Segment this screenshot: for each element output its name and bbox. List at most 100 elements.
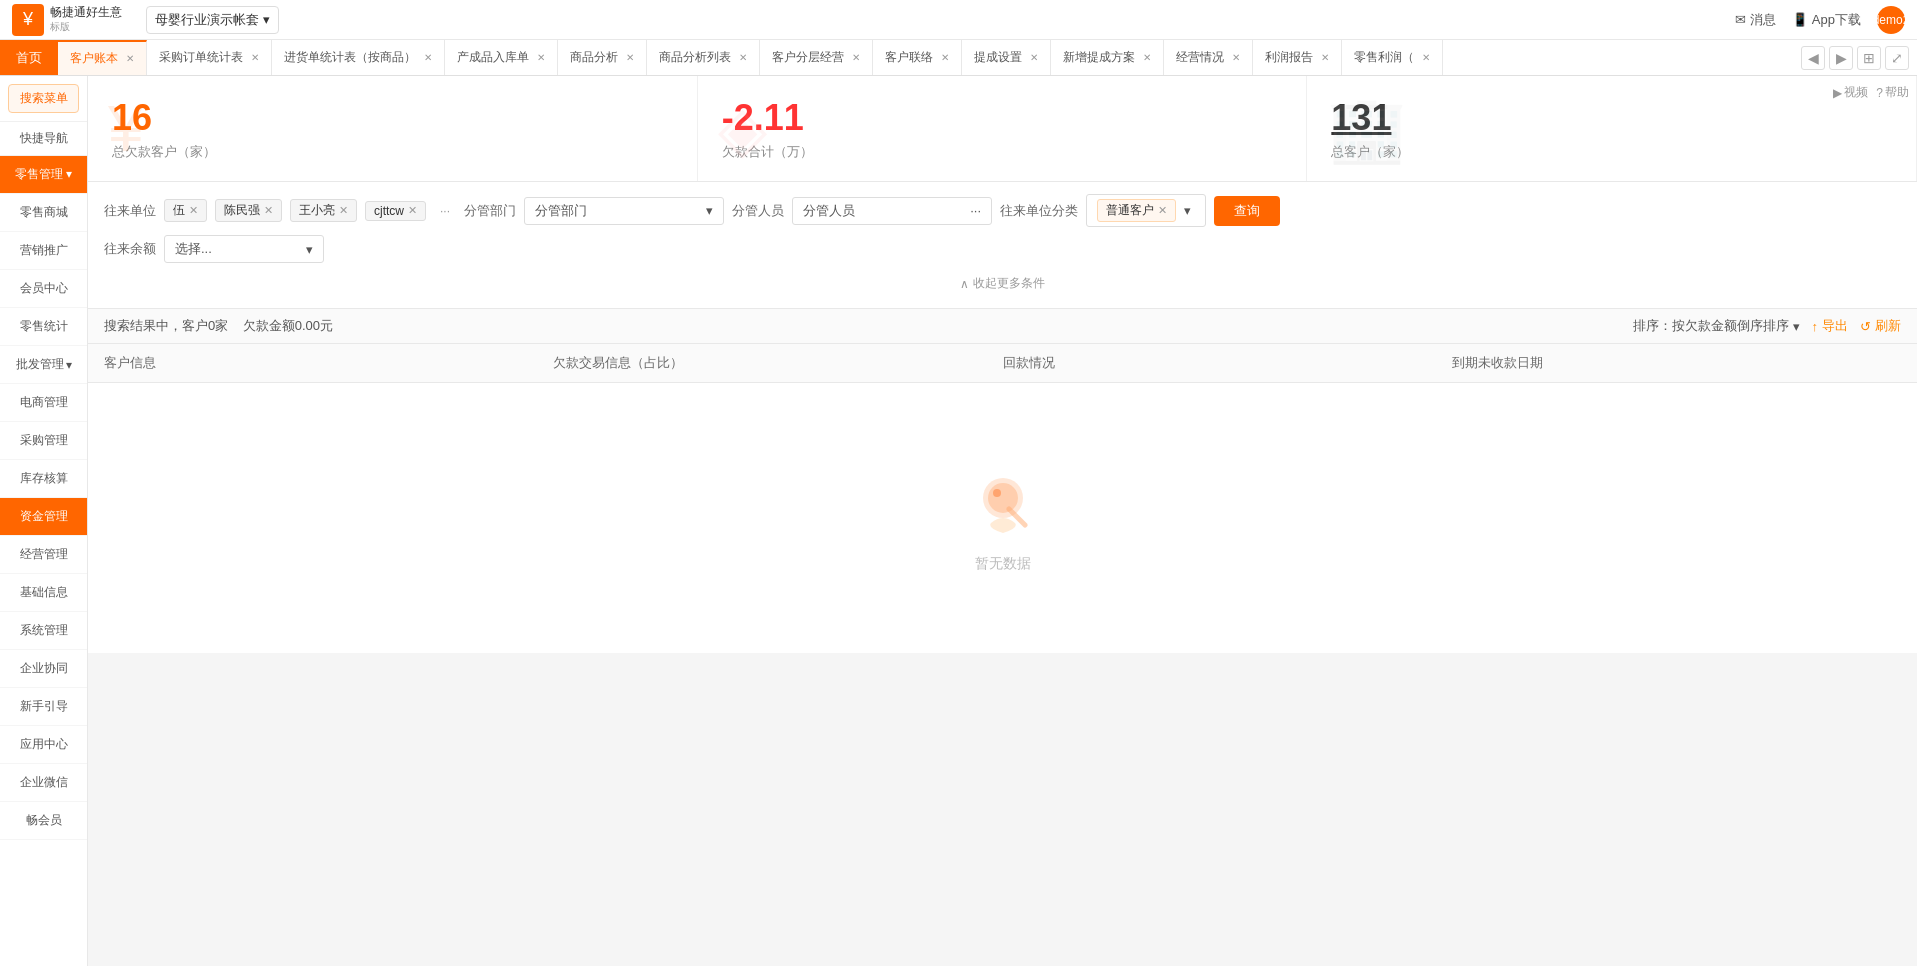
filter-tag-wu-close[interactable]: ✕ [189, 204, 198, 217]
tab-close-icon[interactable]: ✕ [251, 52, 259, 63]
tab-commission-setting[interactable]: 提成设置 ✕ [962, 40, 1051, 76]
stats-row: ¥ 16 总欠款客户（家） ◈ -2.11 欠款合计（万） 🏢 131 总客户（… [88, 76, 1917, 182]
tab-profit-report[interactable]: 利润报告 ✕ [1253, 40, 1342, 76]
tab-close-icon[interactable]: ✕ [1030, 52, 1038, 63]
refresh-btn[interactable]: ↺ 刷新 [1860, 317, 1901, 335]
sidebar: 搜索菜单 快捷导航 零售管理 ▾ 零售商城 营销推广 会员中心 零售统计 批发管… [0, 76, 88, 966]
help-icon: ? [1876, 86, 1883, 100]
filter-balance-placeholder: 选择... [175, 240, 212, 258]
filter-tag-wang-close[interactable]: ✕ [339, 204, 348, 217]
help-btn[interactable]: ? 帮助 [1876, 84, 1909, 101]
tab-inbound-stat[interactable]: 进货单统计表（按商品） ✕ [272, 40, 445, 76]
filter-tag-chen-close[interactable]: ✕ [264, 204, 273, 217]
tab-close-icon[interactable]: ✕ [424, 52, 432, 63]
tab-next-btn[interactable]: ▶ [1829, 46, 1853, 70]
filter-dept-select[interactable]: 分管部门 ▾ [524, 197, 724, 225]
sidebar-item-finance[interactable]: 资金管理 [0, 498, 87, 536]
sidebar-item-app-center[interactable]: 应用中心 [0, 726, 87, 764]
message-action[interactable]: ✉ 消息 [1735, 11, 1776, 29]
tab-customer-contact[interactable]: 客户联络 ✕ [873, 40, 962, 76]
tab-purchase-order[interactable]: 采购订单统计表 ✕ [147, 40, 272, 76]
tab-prev-btn[interactable]: ◀ [1801, 46, 1825, 70]
tab-fullscreen-btn[interactable]: ⤢ [1885, 46, 1909, 70]
query-button[interactable]: 查询 [1214, 196, 1280, 226]
sidebar-item-enterprise[interactable]: 企业协同 [0, 650, 87, 688]
video-btn[interactable]: ▶ 视频 [1833, 84, 1868, 101]
table-col-date: 到期未收款日期 [1452, 354, 1901, 372]
filter-tag-cjttcw-close[interactable]: ✕ [408, 204, 417, 217]
message-icon: ✉ [1735, 12, 1746, 27]
logo-text: 畅捷通好生意 [50, 5, 122, 19]
result-sort[interactable]: 排序：按欠款金额倒序排序 ▾ [1633, 317, 1800, 335]
empty-state: 暂无数据 [88, 383, 1917, 653]
filter-person-label: 分管人员 [732, 202, 784, 220]
filter-unit-type-close[interactable]: ✕ [1158, 204, 1167, 217]
tab-new-commission[interactable]: 新增提成方案 ✕ [1051, 40, 1164, 76]
sidebar-item-guide[interactable]: 新手引导 [0, 688, 87, 726]
sidebar-item-vip[interactable]: 畅会员 [0, 802, 87, 840]
sidebar-item-operation[interactable]: 经营管理 [0, 536, 87, 574]
sidebar-item-basic-info[interactable]: 基础信息 [0, 574, 87, 612]
filter-unit-type-select[interactable]: 普通客户 ✕ ▾ [1086, 194, 1206, 227]
tab-close-icon[interactable]: ✕ [1321, 52, 1329, 63]
tab-close-icon[interactable]: ✕ [1232, 52, 1240, 63]
filter-dept-label: 分管部门 [464, 202, 516, 220]
svg-point-2 [993, 489, 1001, 497]
tab-product-analysis-list[interactable]: 商品分析列表 ✕ [647, 40, 760, 76]
sidebar-item-ecommerce[interactable]: 电商管理 [0, 384, 87, 422]
tab-close-icon[interactable]: ✕ [537, 52, 545, 63]
sidebar-item-app-center-label: 应用中心 [20, 737, 68, 751]
app-download-action[interactable]: 📱 App下载 [1792, 11, 1861, 29]
stat-help-area: ▶ 视频 ? 帮助 [1833, 84, 1909, 101]
export-btn[interactable]: ↑ 导出 [1812, 317, 1849, 335]
sidebar-item-member[interactable]: 会员中心 [0, 270, 87, 308]
sidebar-item-system-label: 系统管理 [20, 623, 68, 637]
sidebar-item-retail-mall[interactable]: 零售商城 [0, 194, 87, 232]
sidebar-item-marketing[interactable]: 营销推广 [0, 232, 87, 270]
filter-balance-chevron: ▾ [306, 242, 313, 257]
sidebar-item-inventory[interactable]: 库存核算 [0, 460, 87, 498]
filter-tag-chen: 陈民强 ✕ [215, 199, 282, 222]
tab-home[interactable]: 首页 [0, 40, 58, 76]
sidebar-item-purchase[interactable]: 采购管理 [0, 422, 87, 460]
tab-customer-ledger[interactable]: 客户账本 ✕ [58, 40, 147, 76]
stat-customers: ¥ 16 总欠款客户（家） [88, 76, 698, 181]
filter-person-select[interactable]: 分管人员 ··· [792, 197, 992, 225]
result-sort-label: 排序：按欠款金额倒序排序 [1633, 317, 1789, 335]
collapse-btn[interactable]: ∧ 收起更多条件 [948, 271, 1057, 296]
sidebar-item-retail[interactable]: 零售管理 ▾ [0, 156, 87, 194]
tab-customer-layer[interactable]: 客户分层经营 ✕ [760, 40, 873, 76]
tab-close-icon[interactable]: ✕ [126, 53, 134, 64]
tab-product-analysis[interactable]: 商品分析 ✕ [558, 40, 647, 76]
message-label: 消息 [1750, 11, 1776, 29]
result-info: 搜索结果中，客户0家 欠款金额0.00元 [104, 317, 333, 335]
sidebar-item-enterprise-wechat[interactable]: 企业微信 [0, 764, 87, 802]
tab-expand-btn[interactable]: ⊞ [1857, 46, 1881, 70]
tab-close-icon[interactable]: ✕ [1143, 52, 1151, 63]
tab-close-icon[interactable]: ✕ [941, 52, 949, 63]
sidebar-quick-nav[interactable]: 快捷导航 [0, 122, 87, 156]
tab-product-inbound-label: 产成品入库单 [457, 49, 529, 66]
table-col-customer: 客户信息 [104, 354, 553, 372]
sidebar-item-system[interactable]: 系统管理 [0, 612, 87, 650]
sidebar-item-retail-label: 零售管理 [15, 167, 63, 181]
result-sort-chevron: ▾ [1793, 319, 1800, 334]
tab-close-icon[interactable]: ✕ [739, 52, 747, 63]
tab-retail-profit[interactable]: 零售利润（ ✕ [1342, 40, 1443, 76]
table-container: 客户信息 欠款交易信息（占比） 回款情况 到期未收款日期 暂无数据 [88, 344, 1917, 653]
tab-bar-actions: ◀ ▶ ⊞ ⤢ [1793, 46, 1917, 70]
tab-operation[interactable]: 经营情况 ✕ [1164, 40, 1253, 76]
tab-product-inbound[interactable]: 产成品入库单 ✕ [445, 40, 558, 76]
sidebar-item-retail-stats[interactable]: 零售统计 [0, 308, 87, 346]
sidebar-search-btn[interactable]: 搜索菜单 [8, 84, 79, 113]
tab-close-icon[interactable]: ✕ [1422, 52, 1430, 63]
filter-unit-type-chevron: ▾ [1184, 203, 1191, 218]
tab-close-icon[interactable]: ✕ [852, 52, 860, 63]
avatar[interactable]: demo2 [1877, 6, 1905, 34]
tab-close-icon[interactable]: ✕ [626, 52, 634, 63]
workspace-selector[interactable]: 母婴行业演示帐套 ▾ [146, 6, 279, 34]
sidebar-item-wholesale[interactable]: 批发管理 ▾ [0, 346, 87, 384]
filter-balance-select[interactable]: 选择... ▾ [164, 235, 324, 263]
filter-dept-chevron: ▾ [706, 203, 713, 218]
filter-more-btn[interactable]: ··· [434, 202, 456, 220]
